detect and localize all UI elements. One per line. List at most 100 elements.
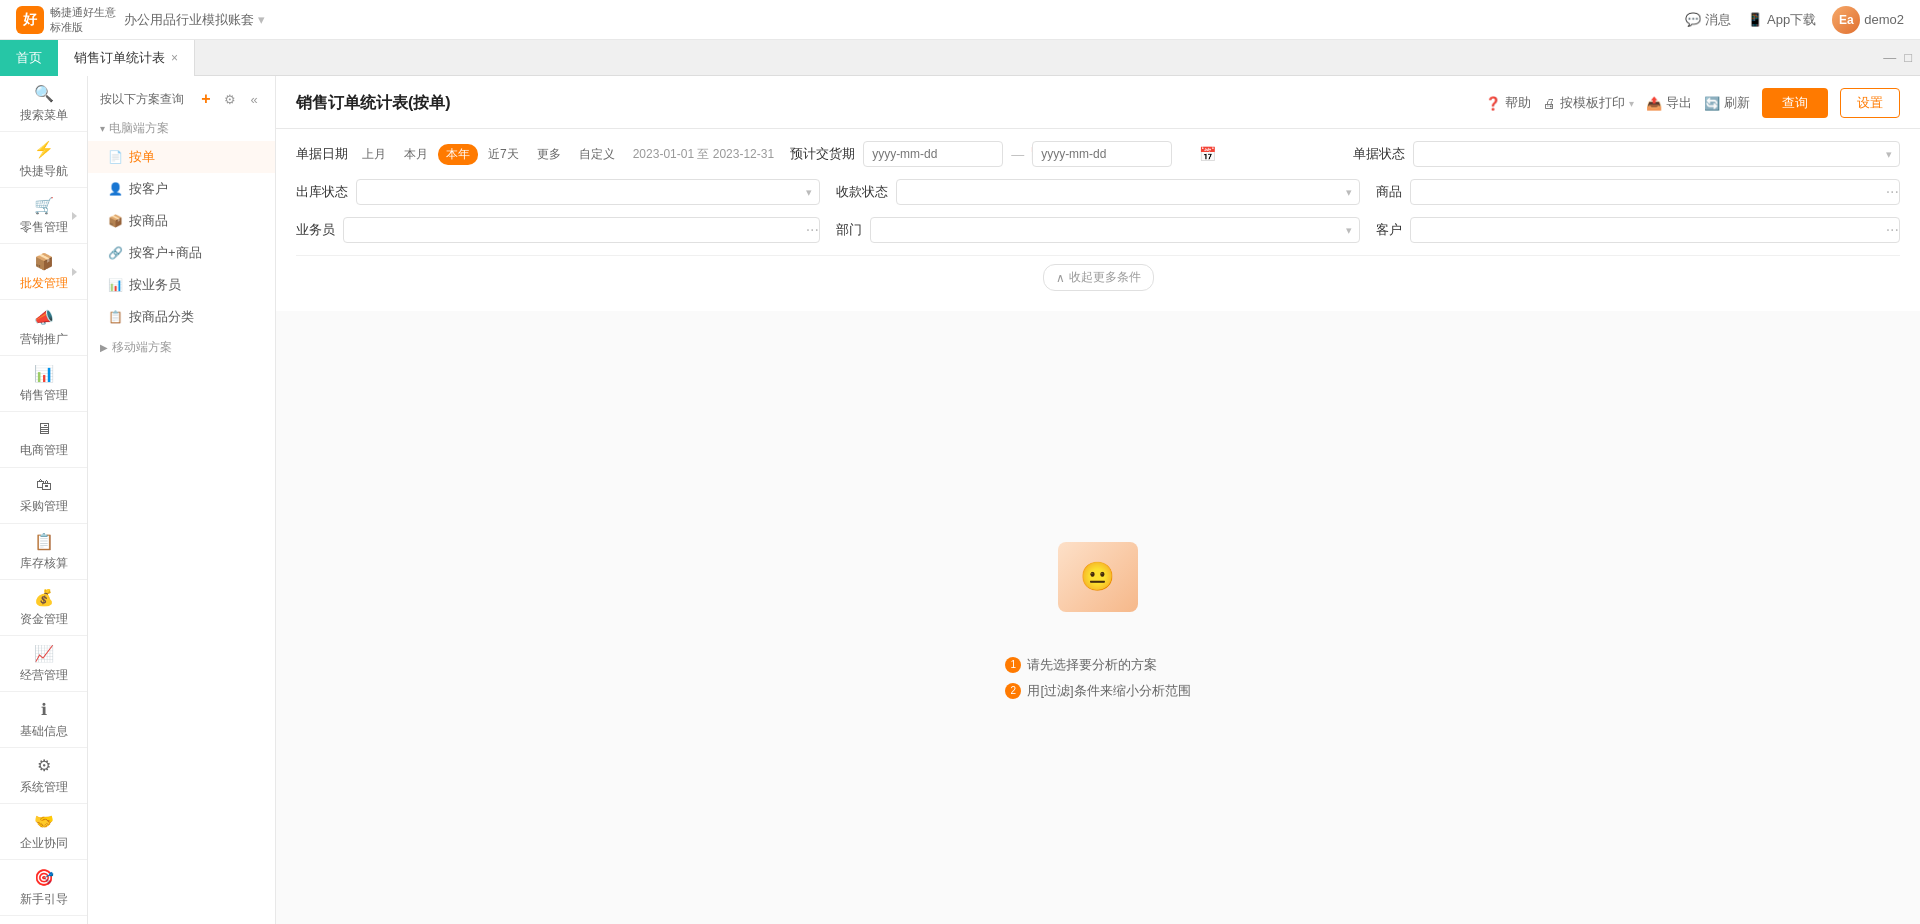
sidebar-item-inventory[interactable]: 📋 库存核算 [0,524,87,580]
scheme-group-pc: ▾ 电脑端方案 📄 按单 👤 按客户 📦 按商品 🔗 按客户+商品 [88,114,275,333]
sidebar-item-retail[interactable]: 🛒 零售管理 [0,188,87,244]
info-icon: ℹ [41,700,47,719]
chart-icon: 📊 [34,364,54,383]
sidebar-item-wholesale[interactable]: 📦 批发管理 [0,244,87,300]
sidebar-item-shortcut[interactable]: ⚡ 快捷导航 [0,132,87,188]
customer-input[interactable] [1411,218,1886,242]
preset-this-month[interactable]: 本月 [396,144,436,165]
app-download-button[interactable]: 📱 App下载 [1747,11,1816,29]
help-button[interactable]: ❓ 帮助 [1485,94,1531,112]
payment-select-wrapper [896,179,1360,205]
salesperson-input[interactable] [344,218,806,242]
help-icon: ❓ [1485,96,1501,111]
preset-7days[interactable]: 近7天 [480,144,527,165]
status-select-wrapper [1413,141,1900,167]
query-button[interactable]: 查询 [1762,88,1828,118]
sidebar-item-marketing[interactable]: 📣 营销推广 [0,300,87,356]
scheme-header: 按以下方案查询 + ⚙ « [88,84,275,114]
customer-filter: 客户 ··· [1376,217,1900,243]
sidebar-item-ecommerce[interactable]: 🖥 电商管理 [0,412,87,468]
date-label: 单据日期 [296,145,348,163]
salesperson-label: 业务员 [296,221,335,239]
tab-home[interactable]: 首页 [0,40,58,76]
sidebar-item-enterprise[interactable]: 🤝 企业协同 [0,804,87,860]
scheme-settings-button[interactable]: ⚙ [221,90,239,108]
empty-state: 😐 1 请先选择要分析的方案 2 用[过滤]条件来缩小分析范围 [276,311,1920,924]
sidebar-item-operations[interactable]: 📈 经营管理 [0,636,87,692]
scheme-item-by-category[interactable]: 📋 按商品分类 [88,301,275,333]
tab-close-icon[interactable]: × [171,51,178,65]
calendar-end-icon[interactable]: 📅 [1199,146,1216,162]
salesperson-ellipsis-icon[interactable]: ··· [806,221,819,239]
sidebar-item-newbie[interactable]: 🎯 新手引导 [0,860,87,916]
export-button[interactable]: 📤 导出 [1646,94,1692,112]
hint-num-1: 1 [1005,657,1021,673]
tab-sales-report[interactable]: 销售订单统计表 × [58,40,195,76]
megaphone-icon: 📣 [34,308,54,327]
sidebar: 🔍 搜索菜单 ⚡ 快捷导航 🛒 零售管理 📦 批发管理 📣 营销推广 📊 销售管… [0,76,88,924]
expected-date-end-input[interactable] [1033,142,1199,166]
scheme-item-by-order[interactable]: 📄 按单 [88,141,275,173]
delivery-select-wrapper [356,179,820,205]
breadcrumb-arrow: ▾ [258,12,265,27]
expected-date-label: 预计交货期 [790,145,855,163]
status-select[interactable] [1413,141,1900,167]
template-print-button[interactable]: 🖨 按模板打印 ▾ [1543,94,1634,112]
filter-row-3: 业务员 ··· 部门 [296,217,1900,243]
empty-illustration: 😐 [1038,532,1158,632]
product-input[interactable] [1411,180,1886,204]
sidebar-item-system[interactable]: ⚙ 系统管理 [0,748,87,804]
settings-button[interactable]: 设置 [1840,88,1900,118]
scheme-item-by-product[interactable]: 📦 按商品 [88,205,275,237]
payment-filter: 收款状态 [836,179,1360,205]
delivery-label: 出库状态 [296,183,348,201]
date-separator: — [1011,147,1024,162]
tab-maximize-icon[interactable]: □ [1904,50,1912,65]
scheme-bar-icon: 📊 [108,278,123,292]
sidebar-item-app-center[interactable]: 📱 应用中心 [0,916,87,924]
filter-area: 单据日期 上月 本月 本年 近7天 更多 自定义 2023-01-01 至 20… [276,129,1920,311]
product-input-wrapper: ··· [1410,179,1900,205]
scheme-group-mobile-title[interactable]: ▶ 移动端方案 [88,333,275,360]
payment-select[interactable] [896,179,1360,205]
dept-select[interactable] [870,217,1360,243]
breadcrumb: 办公用品行业模拟账套 ▾ [124,11,265,29]
hint-num-2: 2 [1005,683,1021,699]
empty-hints: 1 请先选择要分析的方案 2 用[过滤]条件来缩小分析范围 [1005,652,1190,704]
scheme-collapse-button[interactable]: « [245,90,263,108]
dept-filter: 部门 [836,217,1360,243]
scheme-item-by-salesperson[interactable]: 📊 按业务员 [88,269,275,301]
refresh-button[interactable]: 🔄 刷新 [1704,94,1750,112]
sidebar-item-sales[interactable]: 📊 销售管理 [0,356,87,412]
payment-label: 收款状态 [836,183,888,201]
sidebar-item-basic[interactable]: ℹ 基础信息 [0,692,87,748]
page-title: 销售订单统计表(按单) [296,93,451,114]
empty-hint-2: 2 用[过滤]条件来缩小分析范围 [1005,678,1190,704]
customer-ellipsis-icon[interactable]: ··· [1886,221,1899,239]
sidebar-item-finance[interactable]: 💰 资金管理 [0,580,87,636]
product-ellipsis-icon[interactable]: ··· [1886,183,1899,201]
expected-date-start-input[interactable] [864,142,1030,166]
scheme-panel-title: 按以下方案查询 [100,91,184,108]
sidebar-item-search[interactable]: 🔍 搜索菜单 [0,76,87,132]
date-range-display: 2023-01-01 至 2023-12-31 [633,146,774,163]
preset-custom[interactable]: 自定义 [571,144,623,165]
preset-last-month[interactable]: 上月 [354,144,394,165]
tabs-right-actions: — □ [1883,50,1920,65]
delivery-select[interactable] [356,179,820,205]
tab-minimize-icon[interactable]: — [1883,50,1896,65]
scheme-add-button[interactable]: + [197,90,215,108]
scheme-item-by-cust-prod[interactable]: 🔗 按客户+商品 [88,237,275,269]
scheme-item-by-customer[interactable]: 👤 按客户 [88,173,275,205]
preset-this-year[interactable]: 本年 [438,144,478,165]
message-button[interactable]: 💬 消息 [1685,11,1731,29]
scheme-group-pc-title[interactable]: ▾ 电脑端方案 [88,114,275,141]
monitor-icon: 🖥 [36,420,52,438]
filter-row-1: 单据日期 上月 本月 本年 近7天 更多 自定义 2023-01-01 至 20… [296,141,1900,167]
collapse-button[interactable]: ∧ 收起更多条件 [1043,264,1154,291]
print-arrow-icon: ▾ [1629,98,1634,109]
group-collapsed-icon: ▶ [100,342,108,353]
sidebar-item-purchase[interactable]: 🛍 采购管理 [0,468,87,524]
preset-more[interactable]: 更多 [529,144,569,165]
user-menu-button[interactable]: Ea demo2 [1832,6,1904,34]
